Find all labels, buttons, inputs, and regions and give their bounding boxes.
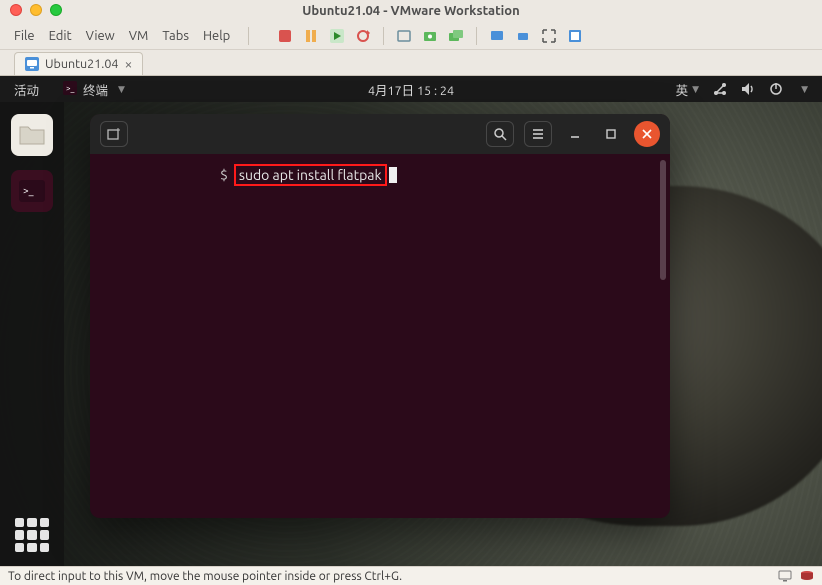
- hamburger-menu-button[interactable]: [524, 121, 552, 147]
- toolbar-unity-icon[interactable]: [565, 27, 585, 45]
- gnome-top-bar: 活动 >_ 终端 ▼ 4月17日 15 : 24 英 ▼: [0, 76, 822, 102]
- input-method-indicator[interactable]: 英 ▼: [676, 80, 699, 99]
- vmware-window-title: Ubuntu21.04 - VMware Workstation: [0, 0, 822, 22]
- chevron-down-icon: ▼: [692, 84, 699, 95]
- ubuntu-dock: >_: [0, 102, 64, 566]
- vmware-status-bar: To direct input to this VM, move the mou…: [0, 566, 822, 585]
- toolbar-separator: [248, 27, 249, 45]
- status-message: To direct input to this VM, move the mou…: [8, 570, 402, 583]
- toolbar-restart-icon[interactable]: [353, 27, 373, 45]
- vm-viewport[interactable]: 活动 >_ 终端 ▼ 4月17日 15 : 24 英 ▼: [0, 76, 822, 566]
- close-button[interactable]: [634, 121, 660, 147]
- terminal-menu-icon: >_: [63, 81, 77, 98]
- network-icon[interactable]: [713, 82, 727, 96]
- toolbar-separator-3: [476, 27, 477, 45]
- volume-icon[interactable]: [741, 82, 755, 96]
- toolbar-separator-2: [383, 27, 384, 45]
- menu-view[interactable]: View: [86, 29, 115, 43]
- activities-button[interactable]: 活动: [0, 80, 53, 99]
- status-disk-icon[interactable]: [800, 570, 814, 582]
- terminal-command: sudo apt install flatpak: [239, 167, 382, 183]
- terminal-line: $ sudo apt install flatpak: [220, 164, 397, 186]
- app-menu-label: 终端: [83, 80, 108, 99]
- menu-edit[interactable]: Edit: [49, 29, 72, 43]
- search-button[interactable]: [486, 121, 514, 147]
- mac-minimize-button[interactable]: [30, 4, 42, 16]
- chevron-down-icon: ▼: [801, 84, 808, 95]
- toolbar-screen-icon[interactable]: [487, 27, 507, 45]
- hamburger-icon: [531, 127, 545, 141]
- menu-help[interactable]: Help: [203, 29, 230, 43]
- terminal-prompt: $: [220, 167, 228, 183]
- minimize-button[interactable]: [562, 121, 588, 147]
- mac-close-button[interactable]: [10, 4, 22, 16]
- vmware-tab-label: Ubuntu21.04: [45, 57, 118, 71]
- clock-label[interactable]: 4月17日 15 : 24: [368, 80, 454, 99]
- search-icon: [493, 127, 507, 141]
- show-applications-icon[interactable]: [15, 518, 49, 552]
- toolbar-power-off-icon[interactable]: [275, 27, 295, 45]
- svg-text:>_: >_: [23, 185, 34, 196]
- terminal-window: $ sudo apt install flatpak: [90, 114, 670, 518]
- terminal-command-highlight: sudo apt install flatpak: [234, 164, 387, 186]
- monitor-icon: [25, 57, 39, 71]
- terminal-cursor: [389, 167, 397, 183]
- toolbar-pause-icon[interactable]: [301, 27, 321, 45]
- toolbar-manage-snapshots-icon[interactable]: [446, 27, 466, 45]
- toolbar-send-key-icon[interactable]: [394, 27, 414, 45]
- mac-zoom-button[interactable]: [50, 4, 62, 16]
- terminal-scrollbar[interactable]: [660, 160, 666, 280]
- menu-vm[interactable]: VM: [129, 29, 149, 43]
- power-icon[interactable]: [769, 82, 783, 96]
- vmware-tab[interactable]: Ubuntu21.04 ×: [14, 52, 143, 75]
- input-method-label: 英: [676, 80, 689, 99]
- dock-files-icon[interactable]: [11, 114, 53, 156]
- terminal-header-bar: [90, 114, 670, 154]
- tab-close-icon[interactable]: ×: [124, 57, 132, 71]
- chevron-down-icon: ▼: [118, 84, 125, 95]
- vmware-toolbar: [275, 27, 585, 45]
- menu-tabs[interactable]: Tabs: [162, 29, 189, 43]
- vmware-tab-strip: Ubuntu21.04 ×: [0, 50, 822, 76]
- terminal-body[interactable]: $ sudo apt install flatpak: [90, 154, 670, 518]
- menu-file[interactable]: File: [14, 29, 35, 43]
- status-monitor-icon[interactable]: [778, 570, 792, 582]
- toolbar-fullscreen-icon[interactable]: [539, 27, 559, 45]
- close-icon: [641, 128, 653, 140]
- app-menu[interactable]: >_ 终端 ▼: [53, 80, 135, 99]
- toolbar-play-icon[interactable]: [327, 27, 347, 45]
- maximize-button[interactable]: [598, 121, 624, 147]
- dock-terminal-icon[interactable]: >_: [11, 170, 53, 212]
- new-tab-button[interactable]: [100, 121, 128, 147]
- svg-text:>_: >_: [66, 84, 75, 93]
- toolbar-screen-small-icon[interactable]: [513, 27, 533, 45]
- toolbar-snapshot-icon[interactable]: [420, 27, 440, 45]
- vmware-menu-bar: File Edit View VM Tabs Help: [0, 22, 822, 50]
